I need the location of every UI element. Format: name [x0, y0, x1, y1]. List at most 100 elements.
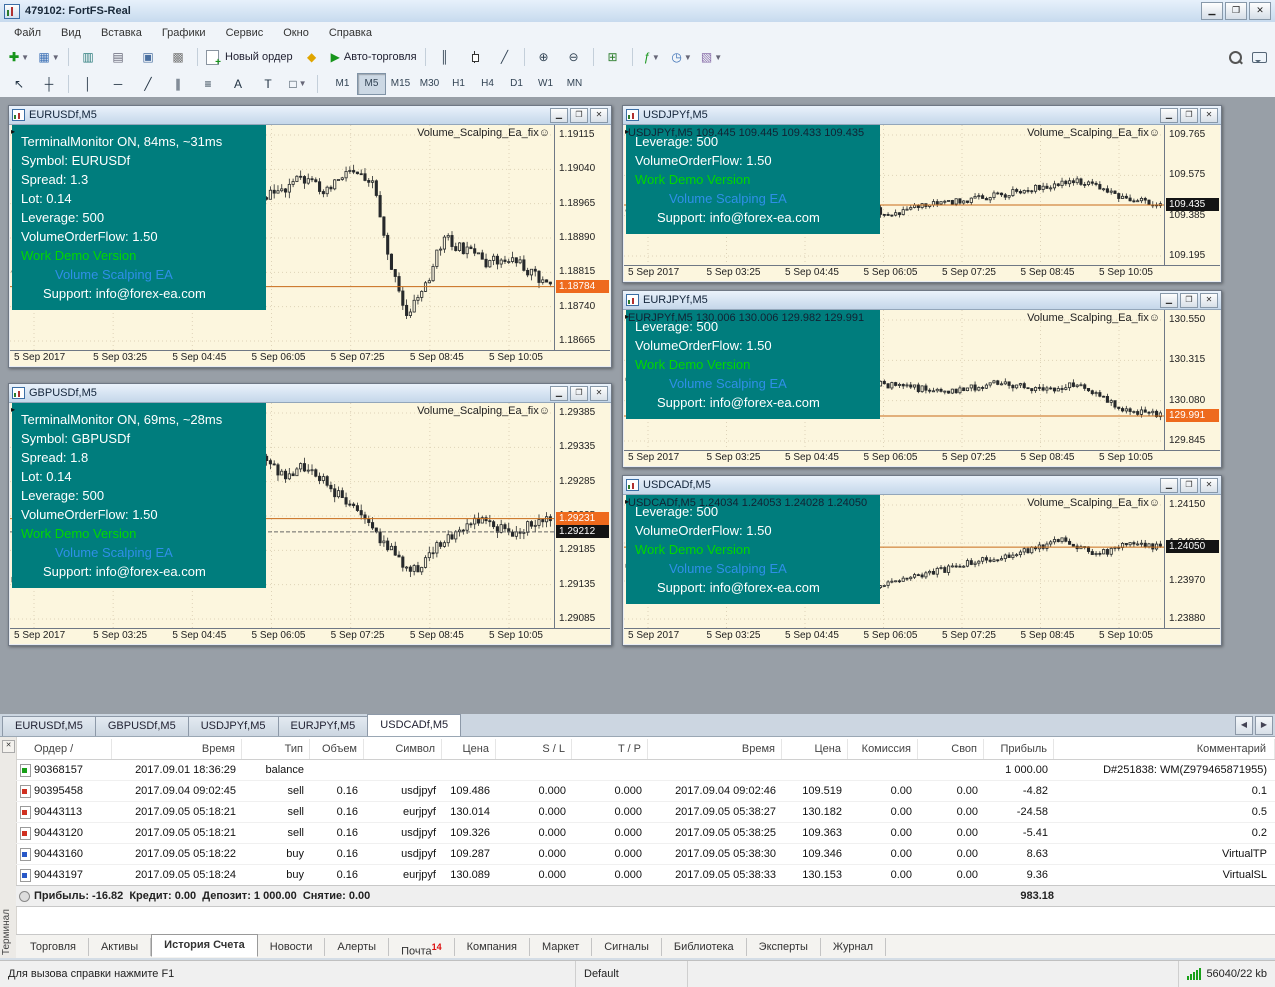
history-row[interactable]: 904431132017.09.05 05:18:21sell0.16eurjp…: [16, 802, 1275, 823]
chart-titlebar[interactable]: USDCADf,M5 ▁❐✕: [623, 476, 1221, 495]
chart-titlebar[interactable]: GBPUSDf,M5 ▁❐✕: [9, 384, 611, 403]
terminal-tab-Новости[interactable]: Новости: [258, 938, 326, 956]
tile-windows-button[interactable]: ⊞: [599, 46, 627, 68]
restore-button[interactable]: ❐: [570, 108, 588, 123]
column-header-0[interactable]: Ордер /: [16, 739, 112, 759]
chart-plot[interactable]: ▸ Leverage: 500VolumeOrderFlow: 1.50Work…: [624, 125, 1165, 266]
minimize-button[interactable]: ▁: [1160, 478, 1178, 493]
time-axis[interactable]: 5 Sep 20175 Sep 03:255 Sep 04:455 Sep 06…: [10, 350, 610, 366]
timeframe-M15[interactable]: M15: [386, 73, 415, 95]
text-button[interactable]: A: [224, 73, 252, 95]
menu-item-Вид[interactable]: Вид: [51, 24, 91, 42]
price-axis[interactable]: 130.550130.315130.080129.845129.991: [1164, 310, 1220, 451]
text-label-button[interactable]: T: [254, 73, 282, 95]
chart-window-gbpusd[interactable]: GBPUSDf,M5 ▁❐✕ ▸ TerminalMonitor ON, 69m…: [8, 383, 612, 646]
history-row[interactable]: 904431602017.09.05 05:18:22buy0.16usdjpy…: [16, 844, 1275, 865]
terminal-tab-Эксперты[interactable]: Эксперты: [747, 938, 821, 956]
metaeditor-button[interactable]: ◆: [298, 46, 326, 68]
time-axis[interactable]: 5 Sep 20175 Sep 03:255 Sep 04:455 Sep 06…: [624, 628, 1220, 644]
navigator-button[interactable]: ▣: [134, 46, 162, 68]
column-header-4[interactable]: Символ: [364, 739, 442, 759]
menu-item-Справка[interactable]: Справка: [319, 24, 382, 42]
new-chart-button[interactable]: ✚▼: [5, 46, 33, 68]
terminal-tab-Компания[interactable]: Компания: [455, 938, 530, 956]
restore-button[interactable]: ❐: [1225, 2, 1247, 20]
column-header-12[interactable]: Прибыль: [984, 739, 1054, 759]
vertical-line-button[interactable]: │: [74, 73, 102, 95]
menu-item-Окно[interactable]: Окно: [273, 24, 319, 42]
terminal-tab-Журнал[interactable]: Журнал: [821, 938, 886, 956]
restore-button[interactable]: ❐: [570, 386, 588, 401]
chart-window-eurjpy[interactable]: EURJPYf,M5 ▁❐✕ ▸ Leverage: 500VolumeOrde…: [622, 290, 1222, 468]
timeframe-H4[interactable]: H4: [473, 73, 502, 95]
chat-icon[interactable]: [1252, 52, 1267, 63]
terminal-tab-Маркет[interactable]: Маркет: [530, 938, 592, 956]
chart-tab-USDCADf,M5[interactable]: USDCADf,M5: [367, 714, 461, 736]
scroll-left-icon[interactable]: ◀: [1235, 716, 1253, 735]
zoom-out-button[interactable]: ⊖: [560, 46, 588, 68]
minimize-button[interactable]: ▁: [550, 386, 568, 401]
terminal-tab-История Счета[interactable]: История Счета: [151, 934, 258, 957]
timeframe-D1[interactable]: D1: [502, 73, 531, 95]
close-icon[interactable]: ✕: [2, 740, 15, 753]
terminal-tab-Библиотека[interactable]: Библиотека: [662, 938, 747, 956]
chart-tab-USDJPYf,M5[interactable]: USDJPYf,M5: [188, 716, 279, 736]
price-axis[interactable]: 109.765109.575109.385109.195109.435: [1164, 125, 1220, 266]
bar-chart-button[interactable]: ║: [431, 46, 459, 68]
chart-titlebar[interactable]: EURUSDf,M5 ▁❐✕: [9, 106, 611, 125]
minimize-button[interactable]: ▁: [1201, 2, 1223, 20]
titlebar[interactable]: 479102: FortFS-Real ▁ ❐ ✕: [0, 0, 1275, 23]
column-header-10[interactable]: Комиссия: [848, 739, 918, 759]
column-header-3[interactable]: Объем: [310, 739, 364, 759]
time-axis[interactable]: 5 Sep 20175 Sep 03:255 Sep 04:455 Sep 06…: [10, 628, 610, 644]
column-header-9[interactable]: Цена: [782, 739, 848, 759]
column-header-6[interactable]: S / L: [496, 739, 572, 759]
data-window-button[interactable]: ▤: [104, 46, 132, 68]
column-header-7[interactable]: T / P: [572, 739, 648, 759]
column-header-8[interactable]: Время: [648, 739, 782, 759]
terminal-tab-Алерты[interactable]: Алерты: [325, 938, 389, 956]
chart-window-usdjpy[interactable]: USDJPYf,M5 ▁❐✕ ▸ Leverage: 500VolumeOrde…: [622, 105, 1222, 283]
timeframe-M30[interactable]: M30: [415, 73, 444, 95]
timeframe-M1[interactable]: M1: [328, 73, 357, 95]
terminal-tab-Почта[interactable]: Почта14: [389, 938, 455, 956]
chart-tab-GBPUSDf,M5[interactable]: GBPUSDf,M5: [95, 716, 189, 736]
menu-item-Вставка[interactable]: Вставка: [91, 24, 152, 42]
minimize-button[interactable]: ▁: [550, 108, 568, 123]
history-row[interactable]: 903954582017.09.04 09:02:45sell0.16usdjp…: [16, 781, 1275, 802]
terminal-tab-Сигналы[interactable]: Сигналы: [592, 938, 662, 956]
terminal-button[interactable]: ▩: [164, 46, 192, 68]
chart-plot[interactable]: ▸ TerminalMonitor ON, 69ms, ~28msSymbol:…: [10, 403, 555, 629]
close-button[interactable]: ✕: [1200, 108, 1218, 123]
profiles-button[interactable]: ▦▼: [35, 46, 63, 68]
zoom-in-button[interactable]: ⊕: [530, 46, 558, 68]
time-axis[interactable]: 5 Sep 20175 Sep 03:255 Sep 04:455 Sep 06…: [624, 450, 1220, 466]
close-button[interactable]: ✕: [1200, 478, 1218, 493]
terminal-tab-Активы[interactable]: Активы: [89, 938, 151, 956]
horizontal-line-button[interactable]: ─: [104, 73, 132, 95]
market-watch-button[interactable]: ▥: [74, 46, 102, 68]
time-axis[interactable]: 5 Sep 20175 Sep 03:255 Sep 04:455 Sep 06…: [624, 265, 1220, 281]
restore-button[interactable]: ❐: [1180, 108, 1198, 123]
menu-item-Графики[interactable]: Графики: [152, 24, 216, 42]
close-button[interactable]: ✕: [590, 386, 608, 401]
menu-item-Файл[interactable]: Файл: [4, 24, 51, 42]
column-header-13[interactable]: Комментарий: [1054, 739, 1275, 759]
timeframe-M5[interactable]: M5: [357, 73, 386, 95]
indicators-button[interactable]: ƒ▼: [638, 46, 666, 68]
column-header-5[interactable]: Цена: [442, 739, 496, 759]
minimize-button[interactable]: ▁: [1160, 108, 1178, 123]
column-header-2[interactable]: Тип: [242, 739, 310, 759]
timeframe-W1[interactable]: W1: [531, 73, 560, 95]
price-axis[interactable]: 1.191151.190401.189651.188901.188151.187…: [554, 125, 610, 351]
channel-button[interactable]: ∥: [164, 73, 192, 95]
timeframe-MN[interactable]: MN: [560, 73, 589, 95]
line-chart-button[interactable]: ╱: [491, 46, 519, 68]
chart-plot[interactable]: ▸ Leverage: 500VolumeOrderFlow: 1.50Work…: [624, 310, 1165, 451]
trendline-button[interactable]: ╱: [134, 73, 162, 95]
new-order-button[interactable]: Новый ордер: [203, 46, 296, 68]
close-button[interactable]: ✕: [1200, 293, 1218, 308]
history-row[interactable]: 903681572017.09.01 18:36:29balance1 000.…: [16, 760, 1275, 781]
crosshair-button[interactable]: ┼: [35, 73, 63, 95]
restore-button[interactable]: ❐: [1180, 478, 1198, 493]
